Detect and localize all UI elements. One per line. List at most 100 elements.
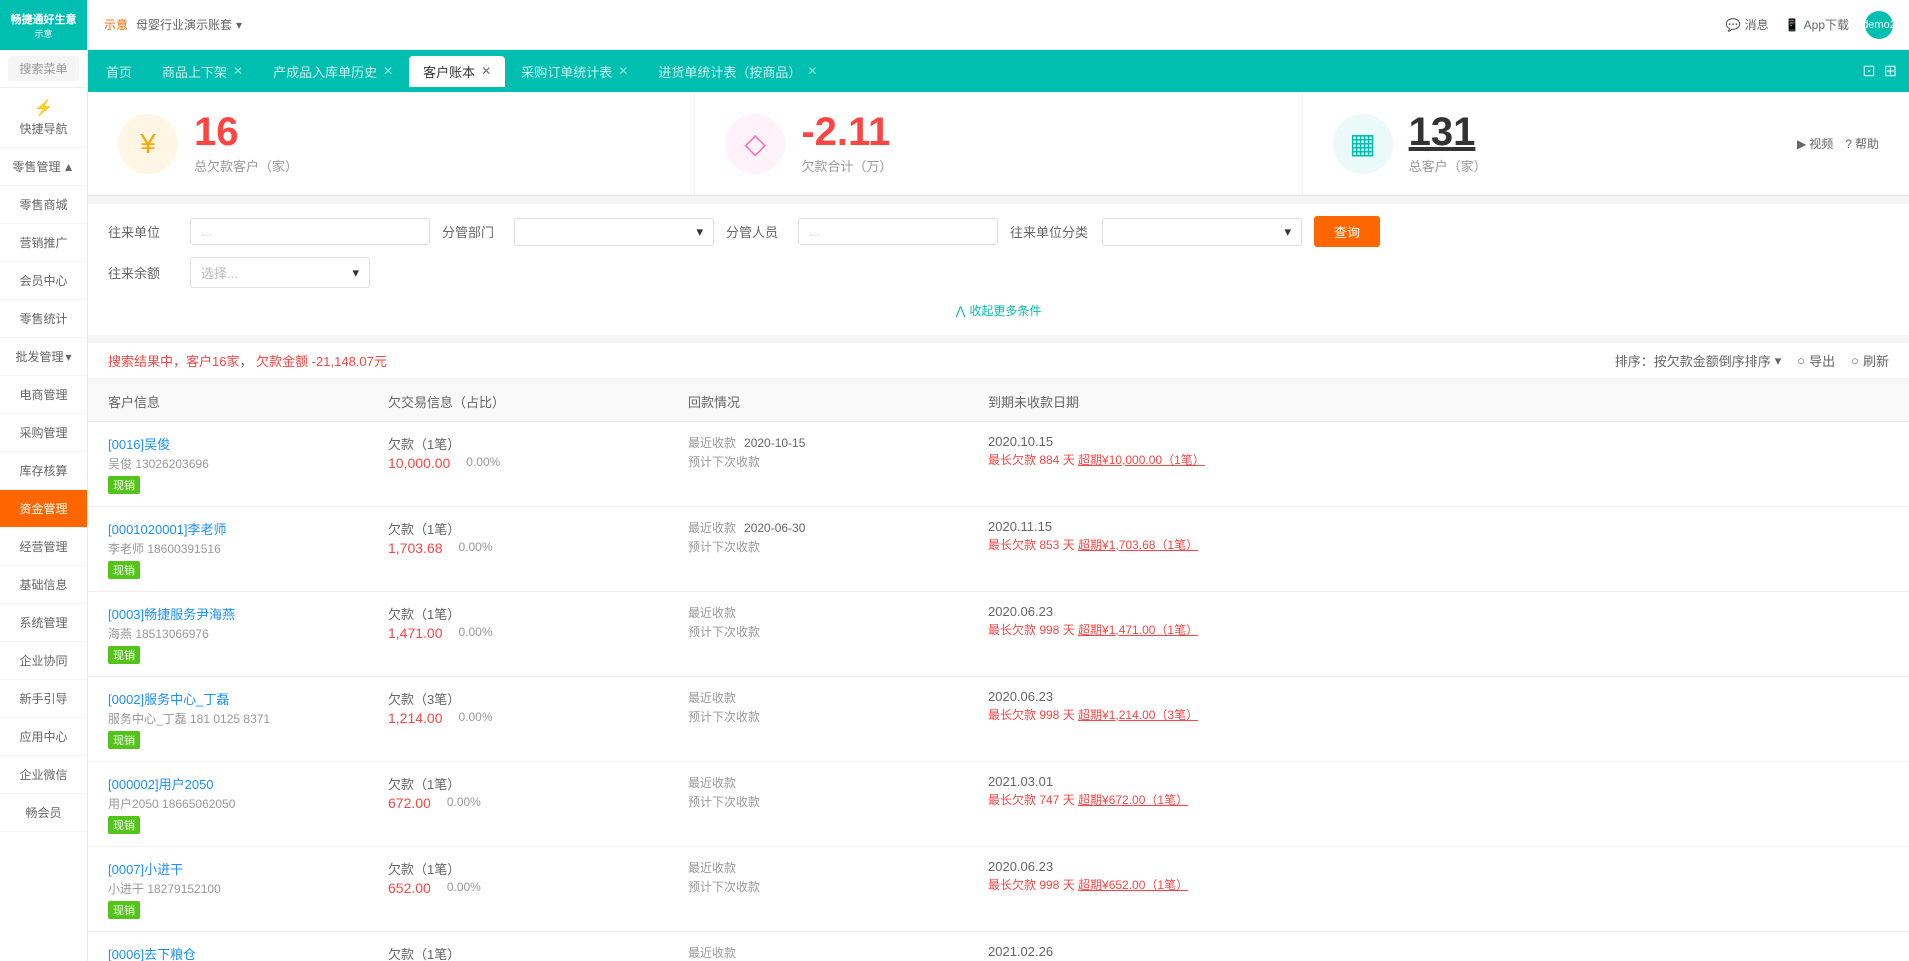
quick-nav-icon: ⚡	[8, 98, 79, 118]
collapse-filter-button[interactable]: ⋀ 收起更多条件	[952, 298, 1046, 323]
filter-search-button[interactable]: 查询	[1314, 216, 1380, 247]
overdue-link-2[interactable]: 超期¥1,471.00（1笔）	[1078, 623, 1198, 637]
filter-from-unit-dots: ...	[201, 224, 212, 239]
sidebar-item-enterprise[interactable]: 企业协同	[0, 642, 87, 680]
sidebar-item-system[interactable]: 系统管理	[0, 604, 87, 642]
debt-count-5: 欠款（1笔）	[388, 859, 688, 878]
filter-balance-select[interactable]: 选择... ▾	[190, 257, 370, 288]
filter-from-unit-input[interactable]: ...	[190, 218, 430, 245]
sidebar-item-apps[interactable]: 应用中心	[0, 718, 87, 756]
overdue-link-0[interactable]: 超期¥10,000.00（1笔）	[1078, 453, 1205, 467]
filter-balance-placeholder: 选择...	[201, 263, 238, 282]
tab-product-shelf[interactable]: 商品上下架 ✕	[148, 56, 257, 87]
tab-customer-ledger[interactable]: 客户账本 ✕	[409, 56, 505, 87]
sidebar-label-ecom: 电商管理	[8, 386, 79, 403]
customer-tag-5: 现销	[108, 901, 140, 919]
filter-dept-select[interactable]: ▾	[514, 218, 714, 246]
recovery-last-0: 最近收款 2020-10-15	[688, 434, 988, 451]
customer-name-4[interactable]: [000002]用户2050	[108, 777, 214, 792]
sidebar-item-vip[interactable]: 畅会员	[0, 794, 87, 832]
video-button[interactable]: ▶ 视频	[1797, 135, 1833, 152]
sidebar-item-batch-mgmt[interactable]: 批发管理 ▾	[0, 338, 87, 376]
table-row: [0007]小进干 小进干 18279152100 现销 欠款（1笔） 652.…	[88, 847, 1909, 932]
overdue-link-3[interactable]: 超期¥1,214.00（3笔）	[1078, 708, 1198, 722]
sidebar-item-marketing[interactable]: 营销推广	[0, 224, 87, 262]
refresh-button[interactable]: ○ 刷新	[1851, 351, 1889, 370]
sidebar-item-finance[interactable]: 资金管理	[0, 490, 87, 528]
due-date-0: 2020.10.15	[988, 434, 1889, 449]
tab-customer-ledger-close-icon[interactable]: ✕	[481, 64, 491, 78]
sidebar-item-purchase[interactable]: 采购管理	[0, 414, 87, 452]
filter-unit-type-select[interactable]: ▾	[1102, 218, 1302, 246]
data-table: 客户信息 欠交易信息（占比） 回款情况 到期未收款日期 [0016]吴俊 吴俊 …	[88, 382, 1909, 961]
sidebar-label-finance: 资金管理	[8, 500, 79, 517]
stat-overdue-amount-icon: ◇	[725, 114, 785, 174]
tab-purchase-stats-close-icon[interactable]: ✕	[618, 64, 628, 78]
tab-finished-goods-close-icon[interactable]: ✕	[383, 64, 393, 78]
debt-count-3: 欠款（3笔）	[388, 689, 688, 708]
debt-amount-4: 672.00	[388, 795, 431, 811]
export-button[interactable]: ○ 导出	[1797, 351, 1835, 370]
stat-overdue-amount-num: -2.11	[801, 112, 892, 152]
tab-finished-goods[interactable]: 产成品入库单历史 ✕	[259, 56, 407, 87]
filter-person-dots: ...	[809, 224, 820, 239]
recovery-next-5: 预计下次收款	[688, 878, 988, 895]
app-download-button[interactable]: 📱 App下载	[1785, 16, 1849, 33]
debt-cell-3: 欠款（3笔） 1,214.00 0.00%	[388, 689, 688, 726]
tab-purchase-stats[interactable]: 采购订单统计表 ✕	[507, 56, 642, 87]
sidebar-item-retail-mgmt[interactable]: 零售管理 ▲	[0, 148, 87, 186]
filter-from-unit-label: 往来单位	[108, 222, 178, 241]
avatar[interactable]: demo2	[1865, 11, 1893, 39]
sidebar-item-ops[interactable]: 经营管理	[0, 528, 87, 566]
recovery-label-0: 最近收款	[688, 434, 736, 451]
sidebar-item-member[interactable]: 会员中心	[0, 262, 87, 300]
topbar-dropdown-label: 母婴行业演示账套	[136, 16, 232, 33]
overdue-link-5[interactable]: 超期¥652.00（1笔）	[1078, 878, 1188, 892]
sidebar-search-button[interactable]: 搜索菜单	[8, 56, 79, 81]
topbar-dropdown[interactable]: 母婴行业演示账套 ▾	[136, 16, 242, 33]
main-area: 示意 母婴行业演示账套 ▾ 💬 消息 📱 App下载 demo2 首页	[88, 0, 1909, 961]
sidebar-search-area: 搜索菜单	[0, 50, 87, 88]
recovery-next-2: 预计下次收款	[688, 623, 988, 640]
window-buttons: ⊡ ⊞	[1862, 61, 1905, 81]
tab-incoming-stats-close-icon[interactable]: ✕	[807, 64, 817, 78]
sidebar-item-quick-nav[interactable]: ⚡ 快捷导航	[0, 88, 87, 148]
customer-name-0[interactable]: [0016]吴俊	[108, 437, 170, 452]
customer-name-5[interactable]: [0007]小进干	[108, 862, 183, 877]
customer-name-2[interactable]: [0003]畅捷服务尹海燕	[108, 607, 235, 622]
debt-count-4: 欠款（1笔）	[388, 774, 688, 793]
customer-name-1[interactable]: [0001020001]李老师	[108, 522, 227, 537]
avatar-text: demo2	[1862, 19, 1896, 31]
sidebar-item-ecom[interactable]: 电商管理	[0, 376, 87, 414]
sidebar-item-guide[interactable]: 新手引导	[0, 680, 87, 718]
sidebar-item-basic[interactable]: 基础信息	[0, 566, 87, 604]
table-row: [0003]畅捷服务尹海燕 海燕 18513066976 现销 欠款（1笔） 1…	[88, 592, 1909, 677]
sidebar-item-wechat[interactable]: 企业微信	[0, 756, 87, 794]
customer-tag-1: 现销	[108, 561, 140, 579]
tab-incoming-stats[interactable]: 进货单统计表（按商品） ✕	[644, 56, 831, 87]
sidebar-label-marketing: 营销推广	[8, 234, 79, 251]
customer-name-3[interactable]: [0002]服务中心_丁磊	[108, 692, 229, 707]
table-body: [0016]吴俊 吴俊 13026203696 现销 欠款（1笔） 10,000…	[88, 422, 1909, 961]
sidebar-item-inventory[interactable]: 库存核算	[0, 452, 87, 490]
customer-name-6[interactable]: [0006]去下粮仓	[108, 947, 196, 961]
customer-sub-2: 海燕 18513066976	[108, 625, 388, 642]
message-button[interactable]: 💬 消息	[1726, 16, 1769, 33]
table-row: [0016]吴俊 吴俊 13026203696 现销 欠款（1笔） 10,000…	[88, 422, 1909, 507]
stat-total-customers-icon: ▦	[1333, 114, 1393, 174]
debt-percent-4: 0.00%	[447, 795, 481, 809]
sidebar-label-wechat: 企业微信	[8, 766, 79, 783]
overdue-link-4[interactable]: 超期¥672.00（1笔）	[1078, 793, 1188, 807]
sort-dropdown[interactable]: 排序：按欠款金额倒序排序 ▾	[1615, 351, 1782, 370]
filter-person-input[interactable]: ...	[798, 218, 998, 245]
overdue-text-2: 最长欠款 998 天 超期¥1,471.00（1笔）	[988, 621, 1889, 638]
help-button[interactable]: ? 帮助	[1845, 135, 1879, 152]
sidebar-item-retail-mall[interactable]: 零售商城	[0, 186, 87, 224]
customer-cell-4: [000002]用户2050 用户2050 18665062050 现销	[108, 774, 388, 834]
sidebar-item-retail-stats[interactable]: 零售统计	[0, 300, 87, 338]
window-restore-icon[interactable]: ⊡	[1862, 61, 1875, 81]
tab-product-shelf-close-icon[interactable]: ✕	[233, 64, 243, 78]
overdue-link-1[interactable]: 超期¥1,703.68（1笔）	[1078, 538, 1198, 552]
window-maximize-icon[interactable]: ⊞	[1884, 61, 1897, 81]
tab-home[interactable]: 首页	[92, 56, 146, 87]
